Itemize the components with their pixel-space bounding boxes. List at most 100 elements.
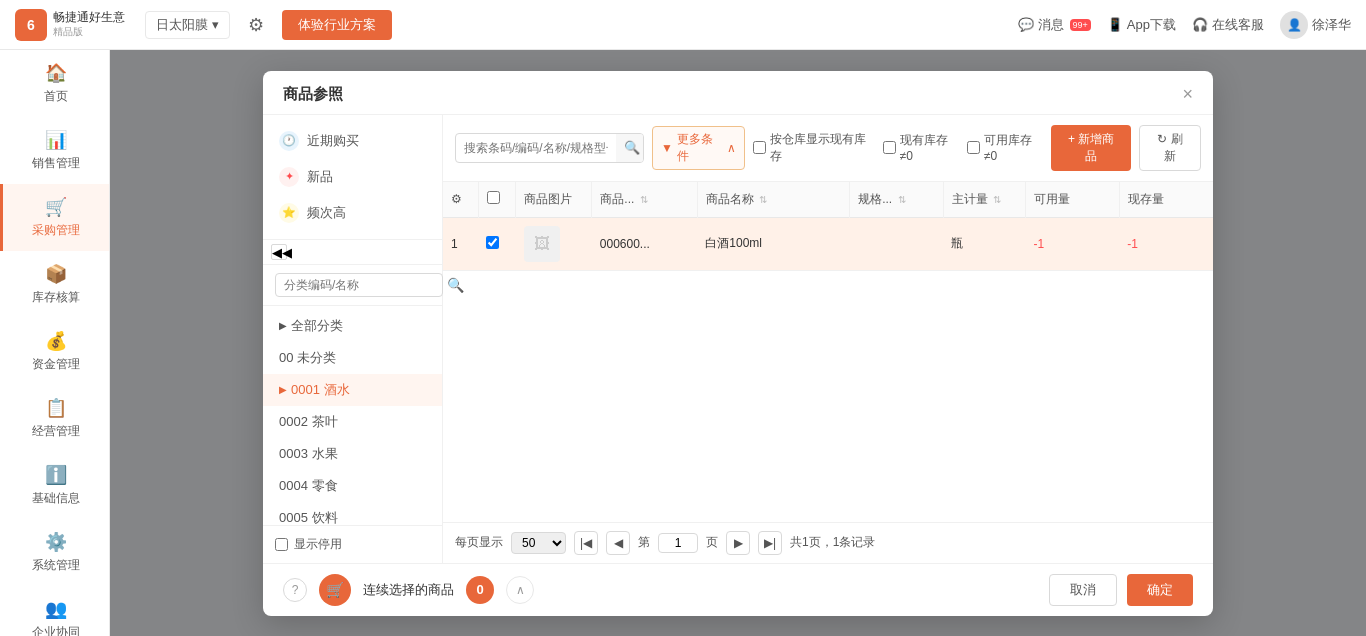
logo-text: 畅捷通好生意 — [53, 10, 125, 26]
user-menu[interactable]: 👤 徐泽华 — [1280, 11, 1351, 39]
arrow-active-icon: ▶ — [279, 384, 287, 395]
finance-icon: 💰 — [45, 330, 67, 352]
sidebar-label-purchase: 采购管理 — [32, 222, 80, 239]
modal-left-panel: 🕐 近期购买 ✦ 新品 ⭐ 频次高 — [263, 115, 443, 563]
main-layout: 🏠 首页 📊 销售管理 🛒 采购管理 📦 库存核算 💰 资金管理 📋 经营管理 … — [0, 50, 1366, 636]
sidebar-item-enterprise[interactable]: 👥 企业协同 — [0, 586, 109, 636]
toolbar-right: + 新增商品 ↻ 刷新 — [1051, 125, 1201, 171]
avail-ne0-checkbox[interactable]: 可用库存≠0 — [967, 132, 1043, 163]
new-icon: ✦ — [279, 167, 299, 187]
arrow-icon: ▶ — [279, 320, 287, 331]
sales-icon: 📊 — [45, 129, 67, 151]
sidebar-item-finance[interactable]: 💰 资金管理 — [0, 318, 109, 385]
product-search-box: 🔍 — [455, 133, 644, 163]
page-size-select[interactable]: 50 10 20 100 — [511, 532, 566, 554]
inventory-icon: 📦 — [45, 263, 67, 285]
quick-tab-freq[interactable]: ⭐ 频次高 — [263, 195, 442, 231]
table-header-row: ⚙ 商品图片 商品... — [443, 182, 1213, 218]
freq-icon: ⭐ — [279, 203, 299, 223]
add-product-button[interactable]: + 新增商品 — [1051, 125, 1131, 171]
show-disabled-label: 显示停用 — [294, 536, 342, 553]
continuous-count: 0 — [466, 576, 494, 604]
sidebar: 🏠 首页 📊 销售管理 🛒 采购管理 📦 库存核算 💰 资金管理 📋 经营管理 … — [0, 50, 110, 636]
next-page-button[interactable]: ▶ — [726, 531, 750, 555]
show-disabled-checkbox[interactable] — [275, 538, 288, 551]
col-code[interactable]: 商品... ⇅ — [592, 182, 697, 218]
sidebar-item-basic-info[interactable]: ℹ️ 基础信息 — [0, 452, 109, 519]
last-page-button[interactable]: ▶| — [758, 531, 782, 555]
sidebar-item-inventory[interactable]: 📦 库存核算 — [0, 251, 109, 318]
cell-num: 1 — [443, 217, 478, 270]
settings-icon[interactable]: ⚙ — [240, 9, 272, 41]
show-disabled-row: 显示停用 — [263, 525, 442, 563]
trial-button[interactable]: 体验行业方案 — [282, 10, 392, 40]
sidebar-label-sales: 销售管理 — [32, 155, 80, 172]
select-all-checkbox[interactable] — [487, 191, 500, 204]
purchase-icon: 🛒 — [45, 196, 67, 218]
online-service-label: 在线客服 — [1212, 16, 1264, 34]
col-spec[interactable]: 规格... ⇅ — [850, 182, 944, 218]
sort-unit-icon: ⇅ — [993, 194, 1001, 205]
product-search-input[interactable] — [456, 141, 616, 155]
collapse-footer-button[interactable]: ∧ — [506, 576, 534, 604]
cell-unit: 瓶 — [943, 217, 1025, 270]
more-filter-button[interactable]: ▼ 更多条件 ∧ — [652, 126, 745, 170]
basic-info-icon: ℹ️ — [45, 464, 67, 486]
product-table: ⚙ 商品图片 商品... — [443, 182, 1213, 271]
first-page-button[interactable]: |◀ — [574, 531, 598, 555]
modal-body: 🕐 近期购买 ✦ 新品 ⭐ 频次高 — [263, 115, 1213, 563]
modal-close-button[interactable]: × — [1182, 85, 1193, 103]
content-area: 商品参照 × 🕐 近期购买 ✦ — [110, 50, 1366, 636]
store-selector[interactable]: 日太阳膜 ▾ — [145, 11, 230, 39]
category-tea[interactable]: 0002 茶叶 — [263, 406, 442, 438]
cancel-button[interactable]: 取消 — [1049, 574, 1117, 606]
total-info: 共1页，1条记录 — [790, 534, 875, 551]
sidebar-item-operations[interactable]: 📋 经营管理 — [0, 385, 109, 452]
message-btn[interactable]: 💬 消息 99+ — [1018, 16, 1091, 34]
help-icon[interactable]: ? — [283, 578, 307, 602]
category-snack[interactable]: 0004 零食 — [263, 470, 442, 502]
store-name: 日太阳膜 — [156, 16, 208, 34]
category-search-input[interactable] — [275, 273, 443, 297]
table-row[interactable]: 1 🖼 000600... 白酒100ml — [443, 217, 1213, 270]
continuous-label: 连续选择的商品 — [363, 581, 454, 599]
sidebar-item-purchase[interactable]: 🛒 采购管理 — [0, 184, 109, 251]
category-fruit[interactable]: 0003 水果 — [263, 438, 442, 470]
sidebar-item-system[interactable]: ⚙️ 系统管理 — [0, 519, 109, 586]
product-search-icon[interactable]: 🔍 — [616, 134, 644, 162]
app-download-label: App下载 — [1127, 16, 1176, 34]
quick-tab-recent[interactable]: 🕐 近期购买 — [263, 123, 442, 159]
phone-icon: 📱 — [1107, 17, 1123, 32]
avatar: 👤 — [1280, 11, 1308, 39]
col-unit[interactable]: 主计量 ⇅ — [943, 182, 1025, 218]
category-beverage[interactable]: 0005 饮料 — [263, 502, 442, 525]
prev-page-button[interactable]: ◀ — [606, 531, 630, 555]
category-list: ▶ 全部分类 00 未分类 ▶ 0001 酒水 0002 茶 — [263, 306, 442, 525]
headset-icon: 🎧 — [1192, 17, 1208, 32]
logo-icon: 6 — [15, 9, 47, 41]
quick-tab-recent-label: 近期购买 — [307, 132, 359, 150]
app-download-btn[interactable]: 📱 App下载 — [1107, 16, 1176, 34]
cart-icon[interactable]: 🛒 — [319, 574, 351, 606]
online-service-btn[interactable]: 🎧 在线客服 — [1192, 16, 1264, 34]
page-number-input[interactable] — [658, 533, 698, 553]
sidebar-item-home[interactable]: 🏠 首页 — [0, 50, 109, 117]
stock-ne0-checkbox[interactable]: 现有库存≠0 — [883, 132, 959, 163]
confirm-button[interactable]: 确定 — [1127, 574, 1193, 606]
category-uncategorized[interactable]: 00 未分类 — [263, 342, 442, 374]
refresh-button[interactable]: ↻ 刷新 — [1139, 125, 1201, 171]
collapse-toggle[interactable]: ◀◀ — [271, 244, 287, 260]
product-reference-modal: 商品参照 × 🕐 近期购买 ✦ — [263, 71, 1213, 616]
sidebar-label-enterprise: 企业协同 — [32, 624, 80, 636]
page-size-label: 每页显示 — [455, 534, 503, 551]
warehouse-display-checkbox[interactable]: 按仓库显示现有库存 — [753, 131, 875, 165]
product-image: 🖼 — [524, 226, 560, 262]
page-suffix: 页 — [706, 534, 718, 551]
quick-tab-new[interactable]: ✦ 新品 — [263, 159, 442, 195]
cell-check[interactable] — [478, 217, 516, 270]
category-search-area: 🔍 — [263, 265, 442, 306]
sidebar-item-sales[interactable]: 📊 销售管理 — [0, 117, 109, 184]
col-name[interactable]: 商品名称 ⇅ — [697, 182, 849, 218]
category-liquor[interactable]: ▶ 0001 酒水 — [263, 374, 442, 406]
category-all[interactable]: ▶ 全部分类 — [263, 310, 442, 342]
